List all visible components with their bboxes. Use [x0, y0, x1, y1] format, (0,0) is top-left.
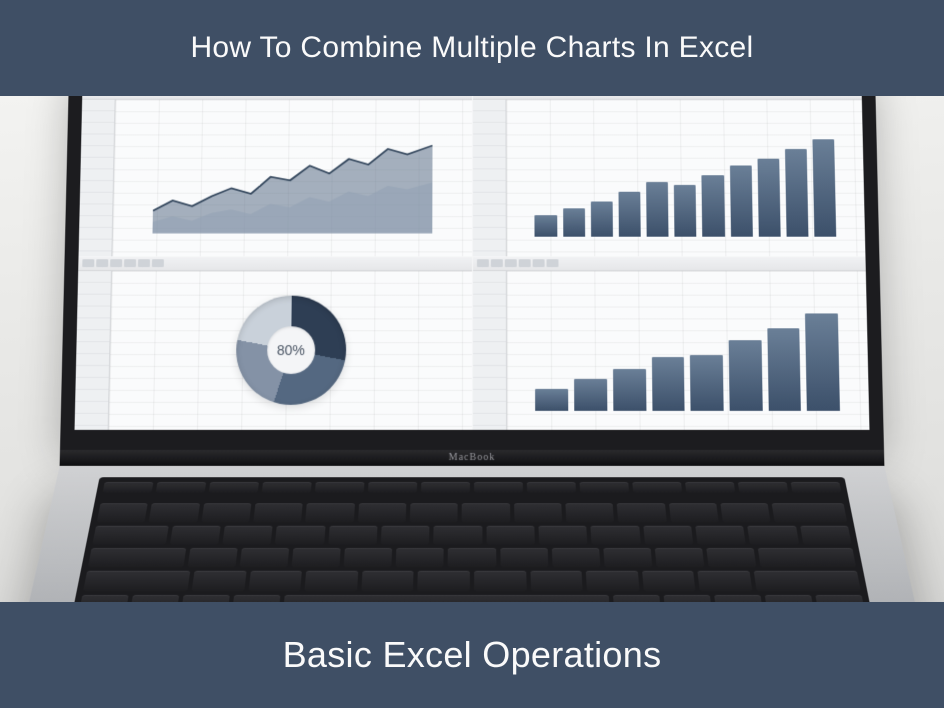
bar: [563, 208, 585, 237]
bar: [618, 192, 640, 237]
bar: [757, 158, 780, 236]
spreadsheet-quadrant-3: 80%: [75, 257, 472, 430]
chart-bar-2: [506, 271, 869, 430]
spreadsheet-quadrant-2: [472, 96, 865, 256]
spreadsheet-quadrant-1: [79, 96, 472, 256]
subtitle-text: Basic Excel Operations: [283, 634, 662, 676]
chart-doughnut: 80%: [109, 271, 472, 430]
bar: [651, 357, 684, 410]
bar-chart-icon: [535, 290, 840, 411]
bar: [729, 340, 763, 410]
laptop: 80% MacBook: [55, 96, 890, 602]
sheet-toolbar: [472, 257, 865, 271]
title-banner-top: How To Combine Multiple Charts In Excel: [0, 0, 944, 96]
bar: [674, 185, 697, 237]
laptop-screen: 80%: [75, 96, 870, 430]
doughnut-center-label: 80%: [235, 295, 346, 404]
row-headers: [472, 271, 506, 430]
bar-chart-icon: [535, 118, 837, 237]
doughnut-chart-icon: 80%: [235, 295, 346, 404]
title-banner-bottom: Basic Excel Operations: [0, 602, 944, 708]
bar: [646, 182, 669, 237]
row-headers: [79, 100, 116, 256]
laptop-deck: [21, 466, 924, 602]
bar: [690, 355, 724, 411]
laptop-brand-label: MacBook: [60, 450, 885, 466]
bar: [536, 389, 569, 411]
bar: [702, 175, 725, 237]
laptop-screen-bezel: 80%: [60, 96, 884, 450]
bar: [729, 166, 752, 237]
bar: [785, 149, 809, 237]
laptop-keyboard: [71, 477, 874, 602]
bar: [812, 140, 836, 237]
sheet-toolbar: [78, 257, 471, 271]
area-chart-icon: [152, 121, 432, 233]
spreadsheet-quadrant-4: [472, 257, 869, 430]
row-headers: [75, 271, 112, 430]
bar: [591, 201, 613, 237]
hero-scene: 80% MacBook: [0, 96, 944, 602]
title-text: How To Combine Multiple Charts In Excel: [190, 31, 753, 65]
chart-area-line: [112, 100, 471, 256]
bar: [805, 314, 840, 411]
row-headers: [472, 100, 506, 256]
bar: [574, 379, 607, 411]
bar: [767, 328, 801, 411]
chart-bar-1: [506, 100, 865, 256]
bar: [613, 369, 646, 410]
bar: [535, 215, 557, 236]
